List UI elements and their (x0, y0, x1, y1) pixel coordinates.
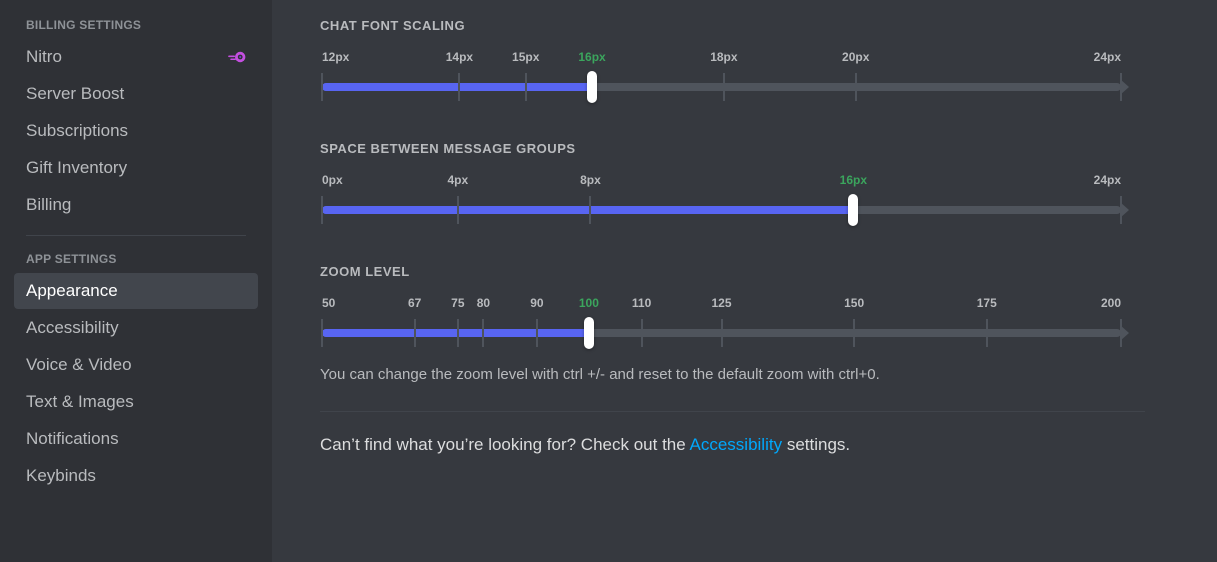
slider-tick-label[interactable]: 80 (477, 296, 490, 310)
slider-tick[interactable] (321, 73, 323, 101)
footer-text-before: Can’t find what you’re looking for? Chec… (320, 435, 690, 454)
settings-window: BILLING SETTINGS Nitro Server Boost Subs… (0, 0, 1217, 562)
sidebar-item-notifications[interactable]: Notifications (14, 421, 258, 457)
sidebar-group-app: APP SETTINGS Appearance Accessibility Vo… (0, 246, 272, 494)
slider-tick-label[interactable]: 125 (711, 296, 731, 310)
sidebar-group-billing: BILLING SETTINGS Nitro Server Boost Subs… (0, 12, 272, 223)
sidebar-item-text-and-images[interactable]: Text & Images (14, 384, 258, 420)
slider-tick[interactable] (722, 73, 725, 101)
sidebar-item-gift-inventory[interactable]: Gift Inventory (14, 150, 258, 186)
slider-fill (322, 83, 593, 91)
slider-tick-label[interactable]: 200 (1101, 296, 1121, 310)
sidebar-item-label: Appearance (26, 281, 118, 300)
sidebar-item-label: Nitro (26, 47, 62, 66)
settings-sidebar: BILLING SETTINGS Nitro Server Boost Subs… (0, 0, 272, 562)
nitro-badge-icon (228, 49, 248, 65)
sidebar-item-label: Server Boost (26, 84, 125, 103)
slider-tick[interactable] (535, 319, 538, 347)
sidebar-item-label: Voice & Video (26, 355, 132, 374)
slider-fill (322, 329, 589, 337)
slider-thumb[interactable] (583, 317, 594, 349)
slider-tick-label[interactable]: 75 (451, 296, 464, 310)
slider-tick-label[interactable]: 150 (844, 296, 864, 310)
sidebar-item-label: Billing (26, 195, 72, 214)
slider-tick-label[interactable]: 0px (322, 173, 343, 187)
sidebar-item-voice-and-video[interactable]: Voice & Video (14, 347, 258, 383)
slider-tick-label[interactable]: 4px (447, 173, 468, 187)
slider-tick-label[interactable]: 14px (446, 50, 473, 64)
slider-tick[interactable] (1120, 73, 1122, 101)
slider-tick[interactable] (640, 319, 643, 347)
slider-tick-label[interactable]: 20px (842, 50, 869, 64)
content-divider (320, 411, 1145, 412)
slider-tick[interactable] (413, 319, 416, 347)
slider-tick-label[interactable]: 67 (408, 296, 421, 310)
sidebar-item-subscriptions[interactable]: Subscriptions (14, 113, 258, 149)
slider-tick-label[interactable]: 16px (578, 50, 605, 64)
slider-tick-label[interactable]: 100 (579, 296, 599, 310)
slider-tick-label[interactable]: 24px (1094, 50, 1121, 64)
slider-tick[interactable] (482, 319, 485, 347)
sidebar-item-label: Gift Inventory (26, 158, 128, 177)
section-title: CHAT FONT SCALING (320, 18, 466, 33)
slider-tick-label[interactable]: 18px (710, 50, 737, 64)
sidebar-item-appearance[interactable]: Appearance (14, 273, 258, 309)
sidebar-group-header-app: APP SETTINGS (26, 252, 117, 266)
zoom-level-helper-text: You can change the zoom level with ctrl … (320, 366, 880, 383)
sidebar-item-label: Keybinds (26, 466, 96, 485)
slider-thumb[interactable] (848, 194, 859, 226)
section-zoom-level: ZOOM LEVEL 50 67 75 80 90 100 110 125 150 175 200 … (320, 264, 1145, 385)
sidebar-item-label: Accessibility (26, 318, 119, 337)
footer-note: Can’t find what you’re looking for? Chec… (320, 434, 1145, 456)
slider-thumb[interactable] (587, 71, 598, 103)
slider-tick-label[interactable]: 90 (530, 296, 543, 310)
slider-tick-label[interactable]: 110 (632, 296, 651, 310)
sidebar-divider (26, 235, 246, 236)
section-space-between-message-groups: SPACE BETWEEN MESSAGE GROUPS 0px 4px 8px 16… (320, 141, 1145, 228)
sidebar-item-label: Subscriptions (26, 121, 129, 140)
sidebar-item-label: Text & Images (26, 392, 134, 411)
sidebar-item-label: Notifications (26, 429, 119, 448)
sidebar-group-header-billing: BILLING SETTINGS (26, 18, 142, 32)
slider-tick-label[interactable]: 15px (512, 50, 539, 64)
slider-fill (322, 206, 854, 214)
slider-tick-label[interactable]: 8px (580, 173, 601, 187)
slider-tick-label[interactable]: 175 (977, 296, 997, 310)
sidebar-item-server-boost[interactable]: Server Boost (14, 76, 258, 112)
zoom-level-slider[interactable]: 50 67 75 80 90 100 110 125 150 175 200 (321, 296, 1129, 351)
accessibility-settings-link[interactable]: Accessibility (690, 435, 783, 454)
slider-tick[interactable] (458, 73, 461, 101)
chat-font-scaling-slider[interactable]: 12px 14px 15px 16px 18px 20px 24px (321, 50, 1129, 105)
slider-tick[interactable] (524, 73, 527, 101)
slider-tick[interactable] (456, 319, 459, 347)
sidebar-item-billing[interactable]: Billing (14, 187, 258, 223)
slider-tick[interactable] (1120, 319, 1122, 347)
section-title: SPACE BETWEEN MESSAGE GROUPS (320, 141, 576, 156)
slider-tick-label[interactable]: 24px (1094, 173, 1121, 187)
slider-tick[interactable] (321, 196, 323, 224)
section-chat-font-scaling: CHAT FONT SCALING 12px 14px 15px 16px 18px 20… (320, 18, 1145, 105)
space-between-message-groups-slider[interactable]: 0px 4px 8px 16px 24px (321, 173, 1129, 228)
slider-tick[interactable] (854, 73, 857, 101)
slider-tick-label[interactable]: 12px (322, 50, 349, 64)
appearance-settings-panel: CHAT FONT SCALING 12px 14px 15px 16px 18px 20… (272, 0, 1217, 562)
slider-tick[interactable] (1120, 196, 1122, 224)
sidebar-item-accessibility[interactable]: Accessibility (14, 310, 258, 346)
slider-tick[interactable] (985, 319, 988, 347)
slider-tick[interactable] (720, 319, 723, 347)
sidebar-item-keybinds[interactable]: Keybinds (14, 458, 258, 494)
section-title: ZOOM LEVEL (320, 264, 410, 279)
slider-tick-label[interactable]: 16px (840, 173, 867, 187)
slider-tick[interactable] (321, 319, 323, 347)
slider-tick-label[interactable]: 50 (322, 296, 335, 310)
slider-tick[interactable] (853, 319, 856, 347)
slider-tick[interactable] (456, 196, 459, 224)
sidebar-item-nitro[interactable]: Nitro (14, 39, 258, 75)
footer-text-after: settings. (782, 435, 851, 454)
slider-tick[interactable] (589, 196, 592, 224)
